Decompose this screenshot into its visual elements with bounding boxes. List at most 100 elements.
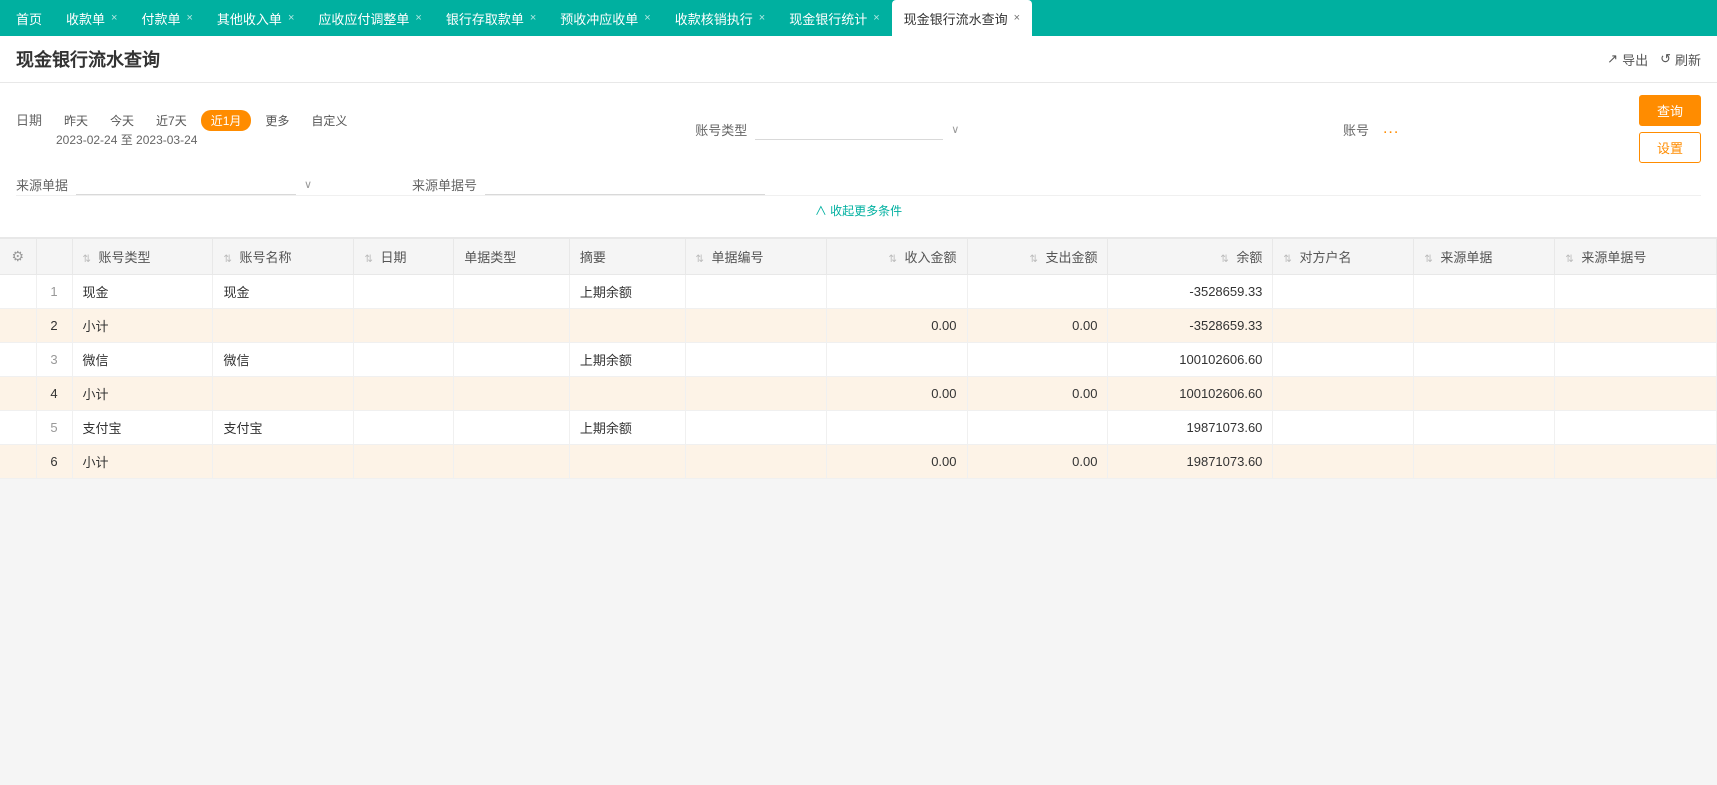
close-icon[interactable]: ×: [1014, 12, 1020, 24]
collapse-icon: ∧: [815, 204, 827, 218]
td-income: [826, 411, 967, 445]
close-icon[interactable]: ×: [873, 12, 879, 24]
table-header-row: ⚙ ⇅ 账号类型 ⇅ 账号名称 ⇅ 日期 单据类型: [0, 239, 1717, 275]
date-btn-yesterday[interactable]: 昨天: [56, 110, 96, 131]
header-actions: ↗ 导出 ↺ 刷新: [1607, 50, 1701, 69]
page-header: 现金银行流水查询 ↗ 导出 ↺ 刷新: [0, 36, 1717, 83]
td-date: [354, 411, 454, 445]
sort-icon[interactable]: ⇅: [888, 254, 896, 265]
sort-icon[interactable]: ⇅: [1029, 254, 1037, 265]
account-label: 账号: [1343, 120, 1375, 139]
table-row: 6小计0.000.0019871073.60: [0, 445, 1717, 479]
td-balance: 19871073.60: [1108, 445, 1273, 479]
td-doc-no: [685, 343, 826, 377]
td-balance: 100102606.60: [1108, 377, 1273, 411]
query-button[interactable]: 查询: [1639, 95, 1701, 126]
sort-icon[interactable]: ⇅: [1424, 254, 1432, 265]
filter-row-2: 来源单据 ∨ 来源单据号: [16, 173, 1701, 195]
account-type-dropdown-icon[interactable]: ∨: [951, 123, 959, 136]
account-type-input[interactable]: [755, 118, 943, 140]
refresh-button[interactable]: ↺ 刷新: [1660, 50, 1701, 69]
nav-item-home[interactable]: 首页: [4, 0, 54, 36]
close-icon[interactable]: ×: [288, 12, 294, 24]
td-doc-type: [454, 411, 570, 445]
nav-item-cashflow[interactable]: 现金银行流水查询 ×: [892, 0, 1032, 36]
close-icon[interactable]: ×: [186, 12, 192, 24]
table-row: 4小计0.000.00100102606.60: [0, 377, 1717, 411]
account-type-label: 账号类型: [695, 120, 747, 139]
date-btn-today[interactable]: 今天: [102, 110, 142, 131]
td-income: 0.00: [826, 445, 967, 479]
td-gear: [0, 343, 36, 377]
td-doc-no: [685, 377, 826, 411]
close-icon[interactable]: ×: [111, 12, 117, 24]
sort-icon[interactable]: ⇅: [1220, 254, 1228, 265]
source-doc-no-input[interactable]: [485, 173, 765, 195]
source-doc-input[interactable]: [76, 173, 296, 195]
close-icon[interactable]: ×: [415, 12, 421, 24]
settings-button[interactable]: 设置: [1639, 132, 1701, 163]
nav-item-other-income[interactable]: 其他收入单 ×: [205, 0, 306, 36]
date-range-display: 2023-02-24 至 2023-03-24: [56, 131, 355, 148]
date-btn-7days[interactable]: 近7天: [148, 110, 195, 131]
close-icon[interactable]: ×: [759, 12, 765, 24]
date-filter-group: 日期 昨天 今天 近7天 近1月 更多 自定义 2023-02-24 至 202…: [16, 110, 355, 148]
date-btn-1month[interactable]: 近1月: [201, 110, 252, 131]
top-navigation: 首页 收款单 × 付款单 × 其他收入单 × 应收应付调整单 × 银行存取款单 …: [0, 0, 1717, 36]
sort-icon[interactable]: ⇅: [364, 254, 372, 265]
td-counterparty: [1273, 343, 1414, 377]
nav-item-receipt[interactable]: 收款单 ×: [54, 0, 129, 36]
sort-icon[interactable]: ⇅: [1283, 254, 1291, 265]
td-expense: [967, 275, 1108, 309]
date-btn-more[interactable]: 更多: [257, 110, 297, 131]
th-account-name: ⇅ 账号名称: [213, 239, 354, 275]
close-icon[interactable]: ×: [644, 12, 650, 24]
account-dots-button[interactable]: ...: [1383, 120, 1399, 138]
export-icon: ↗: [1607, 51, 1618, 67]
sort-icon[interactable]: ⇅: [696, 254, 704, 265]
td-expense: [967, 411, 1108, 445]
sort-icon[interactable]: ⇅: [83, 254, 91, 265]
td-source-doc: [1414, 445, 1555, 479]
td-balance: 19871073.60: [1108, 411, 1273, 445]
sort-icon[interactable]: ⇅: [1565, 254, 1573, 265]
nav-item-statistics[interactable]: 现金银行统计 ×: [777, 0, 891, 36]
td-doc-type: [454, 445, 570, 479]
nav-item-payment[interactable]: 付款单 ×: [129, 0, 204, 36]
td-source-doc-no: [1555, 445, 1717, 479]
td-row-num: 1: [36, 275, 72, 309]
td-income: 0.00: [826, 309, 967, 343]
th-account-type: ⇅ 账号类型: [72, 239, 213, 275]
nav-item-verification[interactable]: 收款核销执行 ×: [663, 0, 777, 36]
th-source-doc: ⇅ 来源单据: [1414, 239, 1555, 275]
sort-icon[interactable]: ⇅: [223, 254, 231, 265]
td-doc-no: [685, 411, 826, 445]
export-button[interactable]: ↗ 导出: [1607, 50, 1648, 69]
td-doc-type: [454, 275, 570, 309]
th-counterparty: ⇅ 对方户名: [1273, 239, 1414, 275]
td-date: [354, 343, 454, 377]
th-balance: ⇅ 余额: [1108, 239, 1273, 275]
close-icon[interactable]: ×: [530, 12, 536, 24]
td-summary: 上期余额: [569, 343, 685, 377]
nav-item-adjustment[interactable]: 应收应付调整单 ×: [306, 0, 433, 36]
nav-item-advance[interactable]: 预收冲应收单 ×: [548, 0, 662, 36]
td-gear: [0, 411, 36, 445]
filter-row-1: 日期 昨天 今天 近7天 近1月 更多 自定义 2023-02-24 至 202…: [16, 95, 1701, 163]
td-counterparty: [1273, 377, 1414, 411]
date-btn-custom[interactable]: 自定义: [303, 110, 355, 131]
td-summary: [569, 377, 685, 411]
source-doc-dropdown-icon[interactable]: ∨: [304, 178, 312, 191]
td-account-type: 微信: [72, 343, 213, 377]
column-settings-icon[interactable]: ⚙: [11, 248, 24, 264]
td-doc-type: [454, 343, 570, 377]
table-row: 3微信微信上期余额100102606.60: [0, 343, 1717, 377]
source-doc-label: 来源单据: [16, 175, 68, 194]
collapse-button[interactable]: ∧ 收起更多条件: [16, 195, 1701, 225]
th-doc-no: ⇅ 单据编号: [685, 239, 826, 275]
nav-item-bank-deposit[interactable]: 银行存取款单 ×: [434, 0, 548, 36]
td-date: [354, 445, 454, 479]
td-source-doc: [1414, 377, 1555, 411]
th-summary: 摘要: [569, 239, 685, 275]
td-row-num: 2: [36, 309, 72, 343]
